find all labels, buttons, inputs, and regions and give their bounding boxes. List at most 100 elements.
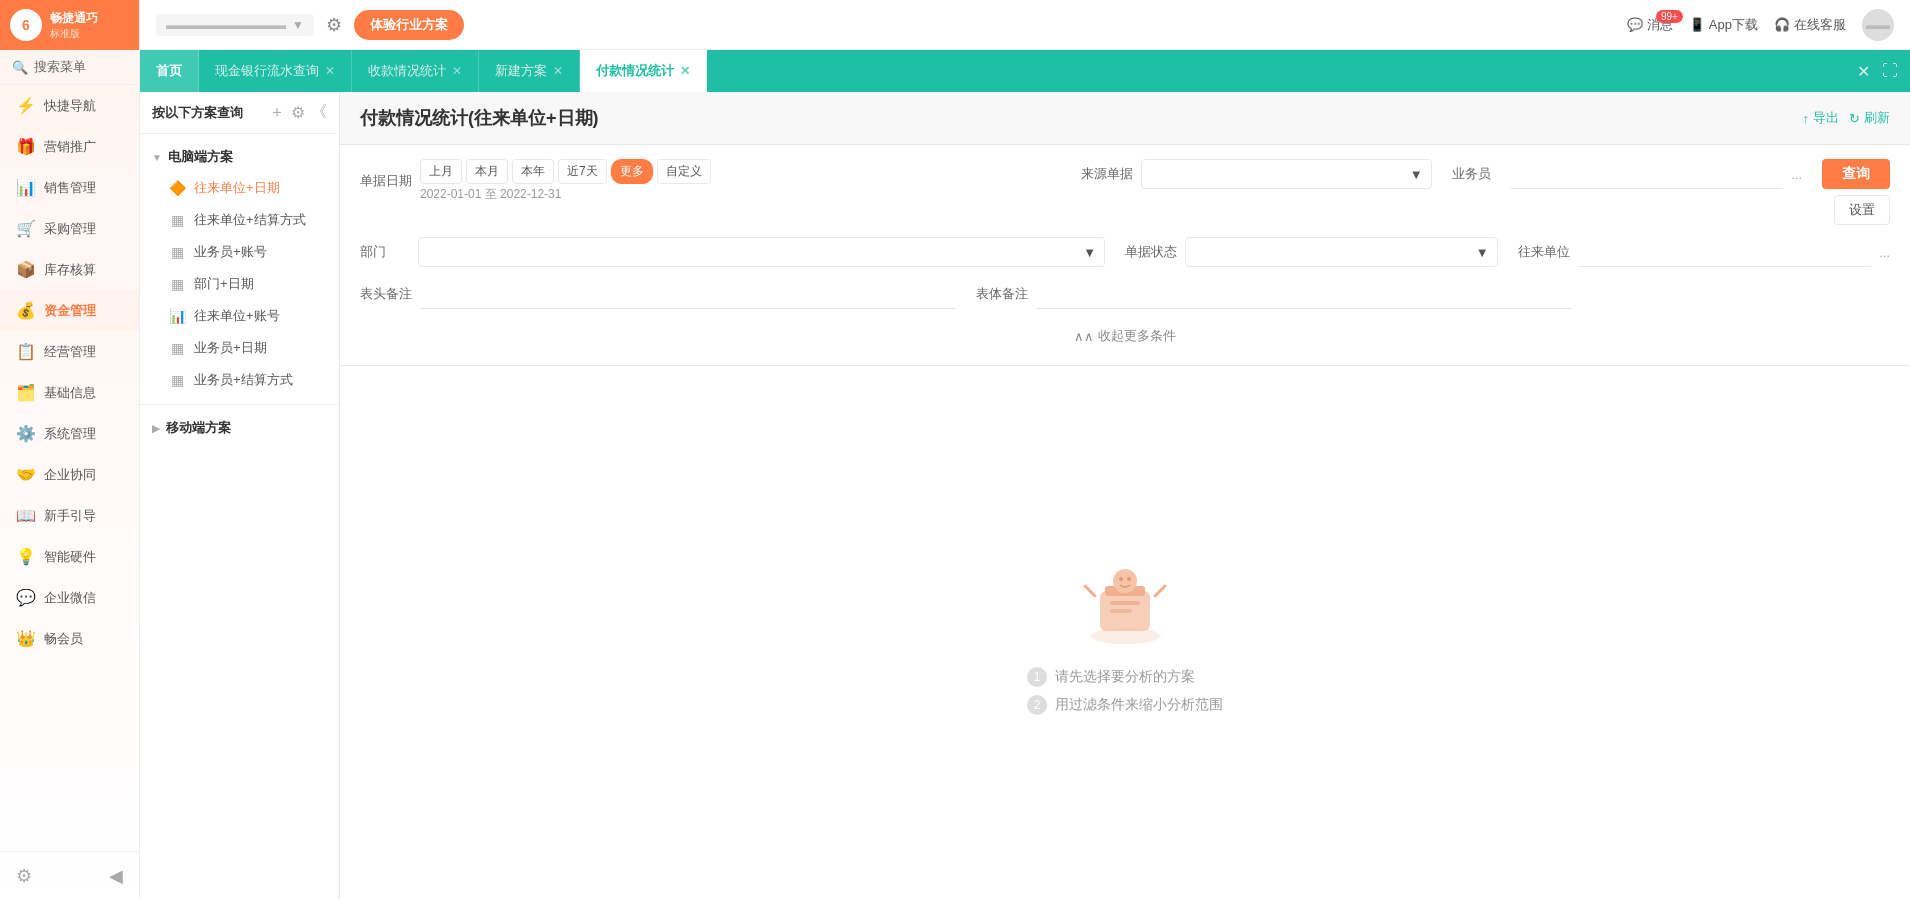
body-note-input[interactable] [1036,279,1572,309]
plan-staff-settlement-icon: ▦ [168,372,186,388]
plan-unit-account[interactable]: 📊 往来单位+账号 [140,300,339,332]
tab-payments-close[interactable]: ✕ [680,64,690,78]
collapse-more-btn[interactable]: ∧∧ 收起更多条件 [360,321,1890,351]
settings-icon[interactable]: ⚙ [326,14,342,36]
date-buttons: 上月 本月 本年 近7天 更多 自定义 [420,159,711,184]
address-text: ▬▬▬▬▬▬▬▬▬▬ [166,18,286,32]
header-note-label: 表头备注 [360,285,412,303]
sidebar-item-guide[interactable]: 📖 新手引导 [0,495,139,536]
tab-bank[interactable]: 现金银行流水查询 ✕ [199,50,352,92]
body-note-filter: 表体备注 [976,279,1572,309]
close-all-btn[interactable]: ✕ [1857,62,1870,81]
sidebar-item-operation[interactable]: 📋 经营管理 [0,331,139,372]
settings-footer-icon[interactable]: ⚙ [16,865,32,887]
address-dropdown-icon[interactable]: ▼ [292,18,304,32]
last-7days-btn[interactable]: 近7天 [558,159,607,184]
collapse-sidebar-icon[interactable]: ◀ [109,865,123,887]
doc-status-select[interactable]: ▼ [1185,237,1498,267]
sidebar-item-system[interactable]: ⚙️ 系统管理 [0,413,139,454]
finance-icon: 💰 [16,301,36,320]
page-title: 付款情况统计(往来单位+日期) [360,106,599,130]
staff-input[interactable] [1510,159,1784,189]
custom-date-btn[interactable]: 自定义 [657,159,711,184]
quick-nav-icon: ⚡ [16,96,36,115]
filter-area: 单据日期 上月 本月 本年 近7天 更多 自定义 2022-01-01 至 20… [340,145,1910,366]
plan-staff-date[interactable]: ▦ 业务员+日期 [140,332,339,364]
manage-plan-btn[interactable]: ⚙ [291,103,305,122]
plan-unit-date[interactable]: 🔶 往来单位+日期 [140,172,339,204]
tab-home[interactable]: 首页 [140,50,199,92]
online-service-btn[interactable]: 🎧 在线客服 [1774,16,1846,34]
sidebar-item-sales[interactable]: 📊 销售管理 [0,167,139,208]
sidebar-item-marketing[interactable]: 🎁 营销推广 [0,126,139,167]
header-note-input[interactable] [420,279,956,309]
svg-rect-6 [1110,601,1140,605]
expand-btn[interactable]: ⛶ [1882,62,1898,80]
staff-ellipsis[interactable]: ... [1791,167,1802,182]
dept-dropdown-icon: ▼ [1083,245,1096,260]
trial-btn[interactable]: 体验行业方案 [354,10,464,40]
plan-dept-date-icon: ▦ [168,276,186,292]
sidebar-item-inventory[interactable]: 📦 库存核算 [0,249,139,290]
sidebar-item-finance[interactable]: 💰 资金管理 [0,290,139,331]
tab-receipts[interactable]: 收款情况统计 ✕ [352,50,479,92]
this-year-btn[interactable]: 本年 [512,159,554,184]
sidebar-item-member[interactable]: 👑 畅会员 [0,618,139,659]
app-download-btn[interactable]: 📱 App下载 [1689,16,1758,34]
message-btn[interactable]: 💬 消息 99+ [1627,16,1673,34]
logo-icon: 6 [10,9,42,41]
tabbar-actions: ✕ ⛶ [1845,50,1910,92]
tab-new-plan-close[interactable]: ✕ [553,64,563,78]
partner-ellipsis[interactable]: ... [1879,245,1890,260]
plan-staff-settlement[interactable]: ▦ 业务员+结算方式 [140,364,339,396]
plan-unit-settlement[interactable]: ▦ 往来单位+结算方式 [140,204,339,236]
tab-bank-close[interactable]: ✕ [325,64,335,78]
guide-icon: 📖 [16,506,36,525]
query-btn[interactable]: 查询 [1822,159,1890,189]
user-avatar[interactable]: ▬▬ [1862,9,1894,41]
more-date-btn[interactable]: 更多 [611,159,653,184]
tab-payments[interactable]: 付款情况统计 ✕ [580,50,707,92]
inventory-icon: 📦 [16,260,36,279]
mobile-section: ▶ 移动端方案 [140,404,339,451]
sidebar-nav: ⚡ 快捷导航 🎁 营销推广 📊 销售管理 🛒 采购管理 📦 库存核算 💰 资金管… [0,85,139,851]
sidebar-item-wechat[interactable]: 💬 企业微信 [0,577,139,618]
sidebar-item-basic[interactable]: 🗂️ 基础信息 [0,372,139,413]
partner-label: 往来单位 [1518,243,1570,261]
mobile-section-header[interactable]: ▶ 移动端方案 [140,413,339,443]
operation-icon: 📋 [16,342,36,361]
topbar: ▬▬▬▬▬▬▬▬▬▬ ▼ ⚙ 体验行业方案 💬 消息 99+ 📱 App下载 🎧… [140,0,1910,50]
filter-row-1: 单据日期 上月 本月 本年 近7天 更多 自定义 2022-01-01 至 20… [360,159,1890,225]
doc-status-filter: 单据状态 ▼ [1125,237,1498,267]
sidebar-item-enterprise[interactable]: 🤝 企业协同 [0,454,139,495]
tab-receipts-close[interactable]: ✕ [452,64,462,78]
date-label: 单据日期 [360,172,412,190]
filter-actions: 查询 设置 [1822,159,1890,225]
address-bar[interactable]: ▬▬▬▬▬▬▬▬▬▬ ▼ [156,14,314,36]
sidebar-item-purchase[interactable]: 🛒 采购管理 [0,208,139,249]
filter-row-2: 部门 ▼ 单据状态 ▼ 往来单位 [360,237,1890,267]
svg-point-4 [1119,577,1123,581]
doc-status-label: 单据状态 [1125,243,1177,261]
collapse-icon: ∧∧ [1074,329,1094,344]
tab-new-plan[interactable]: 新建方案 ✕ [479,50,580,92]
desktop-section-header[interactable]: ▼ 电脑端方案 [140,142,339,172]
dept-select[interactable]: ▼ [418,237,1105,267]
source-select[interactable]: ▼ [1141,159,1432,189]
message-badge: 99+ [1656,10,1683,23]
dept-filter: 部门 ▼ [360,237,1105,267]
collapse-panel-btn[interactable]: 《 [311,102,327,123]
refresh-btn[interactable]: ↻ 刷新 [1849,109,1890,127]
sidebar-footer: ⚙ ◀ [0,851,139,899]
sidebar-item-hardware[interactable]: 💡 智能硬件 [0,536,139,577]
export-btn[interactable]: ↑ 导出 [1803,109,1840,127]
search-menu[interactable]: 🔍 搜索菜单 [0,50,139,85]
partner-input[interactable] [1578,237,1872,267]
sidebar-item-quick-nav[interactable]: ⚡ 快捷导航 [0,85,139,126]
last-month-btn[interactable]: 上月 [420,159,462,184]
plan-staff-account[interactable]: ▦ 业务员+账号 [140,236,339,268]
add-plan-btn[interactable]: ＋ [269,102,285,123]
plan-dept-date[interactable]: ▦ 部门+日期 [140,268,339,300]
this-month-btn[interactable]: 本月 [466,159,508,184]
settings-btn[interactable]: 设置 [1834,195,1890,225]
